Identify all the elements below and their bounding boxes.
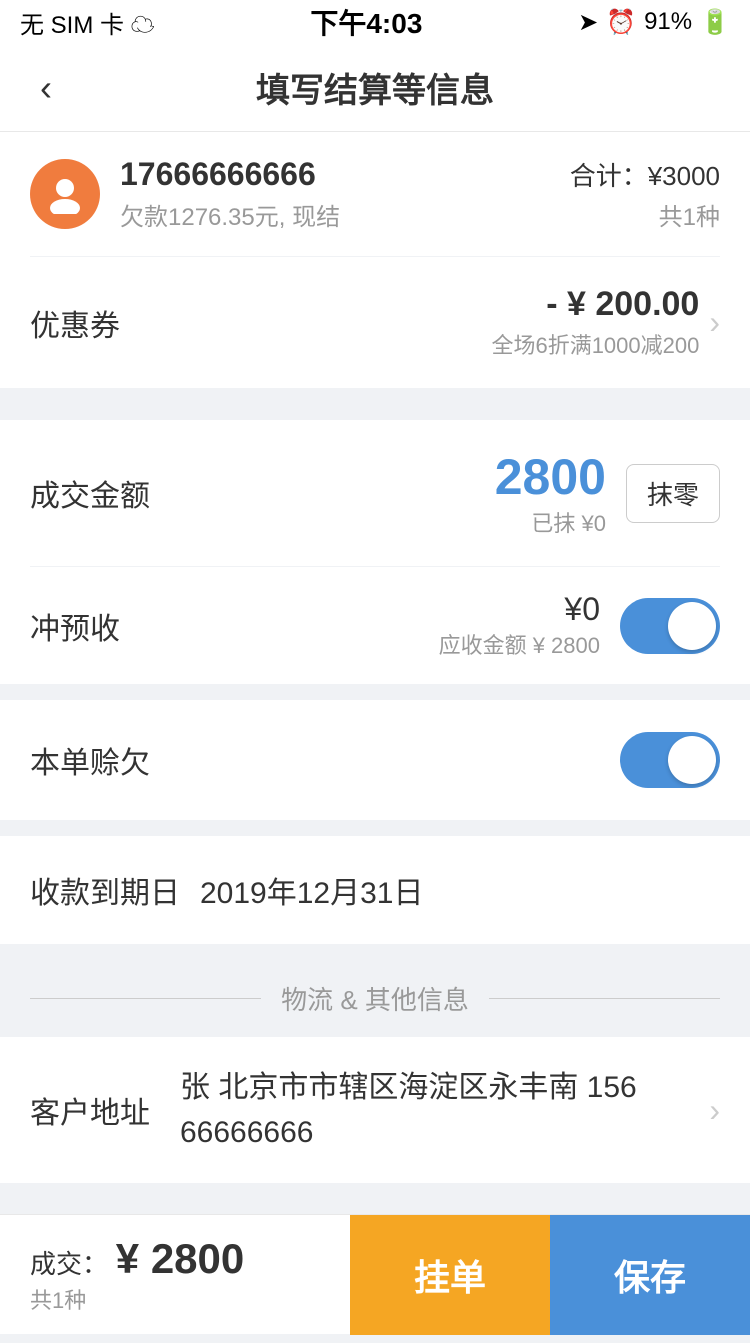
prepay-toggle[interactable] (620, 598, 720, 654)
customer-row: 17666666666 欠款1276.35元, 现结 合计：¥3000 共1种 (0, 132, 750, 256)
section-gap-3 (0, 820, 750, 836)
logistics-line-left (30, 998, 261, 999)
logistics-divider: 物流 & 其他信息 (0, 960, 750, 1037)
coupon-value: - ¥ 200.00 全场6折满1000减200 (491, 285, 699, 360)
bottom-deal-count: 共1种 (30, 1283, 320, 1315)
address-section: 客户地址 张 北京市市辖区海淀区永丰南 156 66666666 › (0, 1037, 750, 1183)
bottom-bar: 成交： ¥ 2800 共1种 挂单 保存 (0, 1214, 750, 1334)
due-section: 收款到期日 2019年12月31日 (0, 836, 750, 944)
coupon-desc: 全场6折满1000减200 (491, 328, 699, 360)
alarm-icon: ⏰ (606, 8, 636, 37)
amount-right: 2800 已抹 ¥0 抹零 (495, 448, 720, 538)
prepay-sub: 应收金额 ¥ 2800 (439, 628, 600, 660)
section-gap-1 (0, 404, 750, 420)
prepay-row: 冲预收 ¥0 应收金额 ¥ 2800 (30, 566, 720, 684)
content-area: 17666666666 欠款1276.35元, 现结 合计：¥3000 共1种 … (0, 132, 750, 1343)
status-right: ➤ ⏰ 91% 🔋 (578, 8, 730, 37)
customer-sub: 欠款1276.35元, 现结 (120, 197, 340, 232)
amount-sub: 已抹 ¥0 (495, 506, 606, 538)
bottom-deal-row: 成交： ¥ 2800 (30, 1235, 320, 1283)
section-gap-2 (0, 684, 750, 700)
bottom-deal-amount: ¥ 2800 (116, 1235, 244, 1282)
back-button[interactable]: ‹ (30, 57, 62, 119)
debit-toggle[interactable] (620, 732, 720, 788)
prepay-right: ¥0 应收金额 ¥ 2800 (439, 591, 720, 660)
signal-text: 无 SIM 卡 ☁ (20, 5, 155, 40)
nav-bar: ‹ 填写结算等信息 (0, 44, 750, 132)
customer-card: 17666666666 欠款1276.35元, 现结 合计：¥3000 共1种 … (0, 132, 750, 388)
amount-value-wrap: 2800 已抹 ¥0 (495, 448, 606, 538)
avatar (30, 159, 100, 229)
location-icon: ➤ (578, 8, 598, 37)
status-time: 下午4:03 (310, 2, 422, 42)
address-row[interactable]: 客户地址 张 北京市市辖区海淀区永丰南 156 66666666 › (30, 1037, 720, 1183)
chevron-right-icon: › (709, 304, 720, 341)
coupon-label: 优惠券 (30, 301, 120, 345)
address-value: 张 北京市市辖区海淀区永丰南 156 66666666 (180, 1065, 709, 1155)
debit-label: 本单赊欠 (30, 738, 150, 782)
prepay-label: 冲预收 (30, 604, 120, 648)
page-title: 填写结算等信息 (256, 63, 494, 112)
bottom-summary: 成交： ¥ 2800 共1种 (0, 1235, 350, 1315)
logistics-line-right (489, 998, 720, 999)
status-bar: 无 SIM 卡 ☁ 下午4:03 ➤ ⏰ 91% 🔋 (0, 0, 750, 44)
due-label: 收款到期日 (30, 868, 180, 912)
due-row: 收款到期日 2019年12月31日 (30, 836, 720, 944)
address-label: 客户地址 (30, 1088, 150, 1132)
coupon-amount: - ¥ 200.00 (491, 285, 699, 324)
round-off-button[interactable]: 抹零 (626, 464, 720, 523)
battery-icon: 🔋 (700, 8, 730, 37)
total-label: 合计：¥3000 (570, 156, 720, 193)
amount-row: 成交金额 2800 已抹 ¥0 抹零 (30, 420, 720, 566)
save-button[interactable]: 保存 (550, 1215, 750, 1335)
avatar-icon (45, 174, 85, 214)
prepay-value: ¥0 (439, 591, 600, 628)
customer-left: 17666666666 欠款1276.35元, 现结 (30, 156, 340, 232)
logistics-label: 物流 & 其他信息 (281, 980, 469, 1017)
hang-order-button[interactable]: 挂单 (350, 1215, 550, 1335)
total-count: 共1种 (570, 197, 720, 232)
customer-right: 合计：¥3000 共1种 (570, 156, 720, 232)
customer-phone: 17666666666 (120, 156, 340, 193)
coupon-right: - ¥ 200.00 全场6折满1000减200 › (491, 285, 720, 360)
debit-row: 本单赊欠 (30, 700, 720, 820)
customer-info: 17666666666 欠款1276.35元, 现结 (120, 156, 340, 232)
debit-section: 本单赊欠 (0, 700, 750, 820)
prepay-value-wrap: ¥0 应收金额 ¥ 2800 (439, 591, 600, 660)
amount-value: 2800 (495, 448, 606, 506)
coupon-row[interactable]: 优惠券 - ¥ 200.00 全场6折满1000减200 › (0, 257, 750, 388)
status-left: 无 SIM 卡 ☁ (20, 5, 155, 40)
bottom-deal-label: 成交： (30, 1249, 108, 1279)
battery-text: 91% (644, 8, 692, 36)
amount-section: 成交金额 2800 已抹 ¥0 抹零 冲预收 ¥0 应收金额 ¥ 2800 (0, 420, 750, 684)
amount-label: 成交金额 (30, 471, 150, 515)
address-chevron-icon: › (709, 1092, 720, 1129)
section-gap-4 (0, 944, 750, 960)
due-value: 2019年12月31日 (200, 868, 423, 912)
